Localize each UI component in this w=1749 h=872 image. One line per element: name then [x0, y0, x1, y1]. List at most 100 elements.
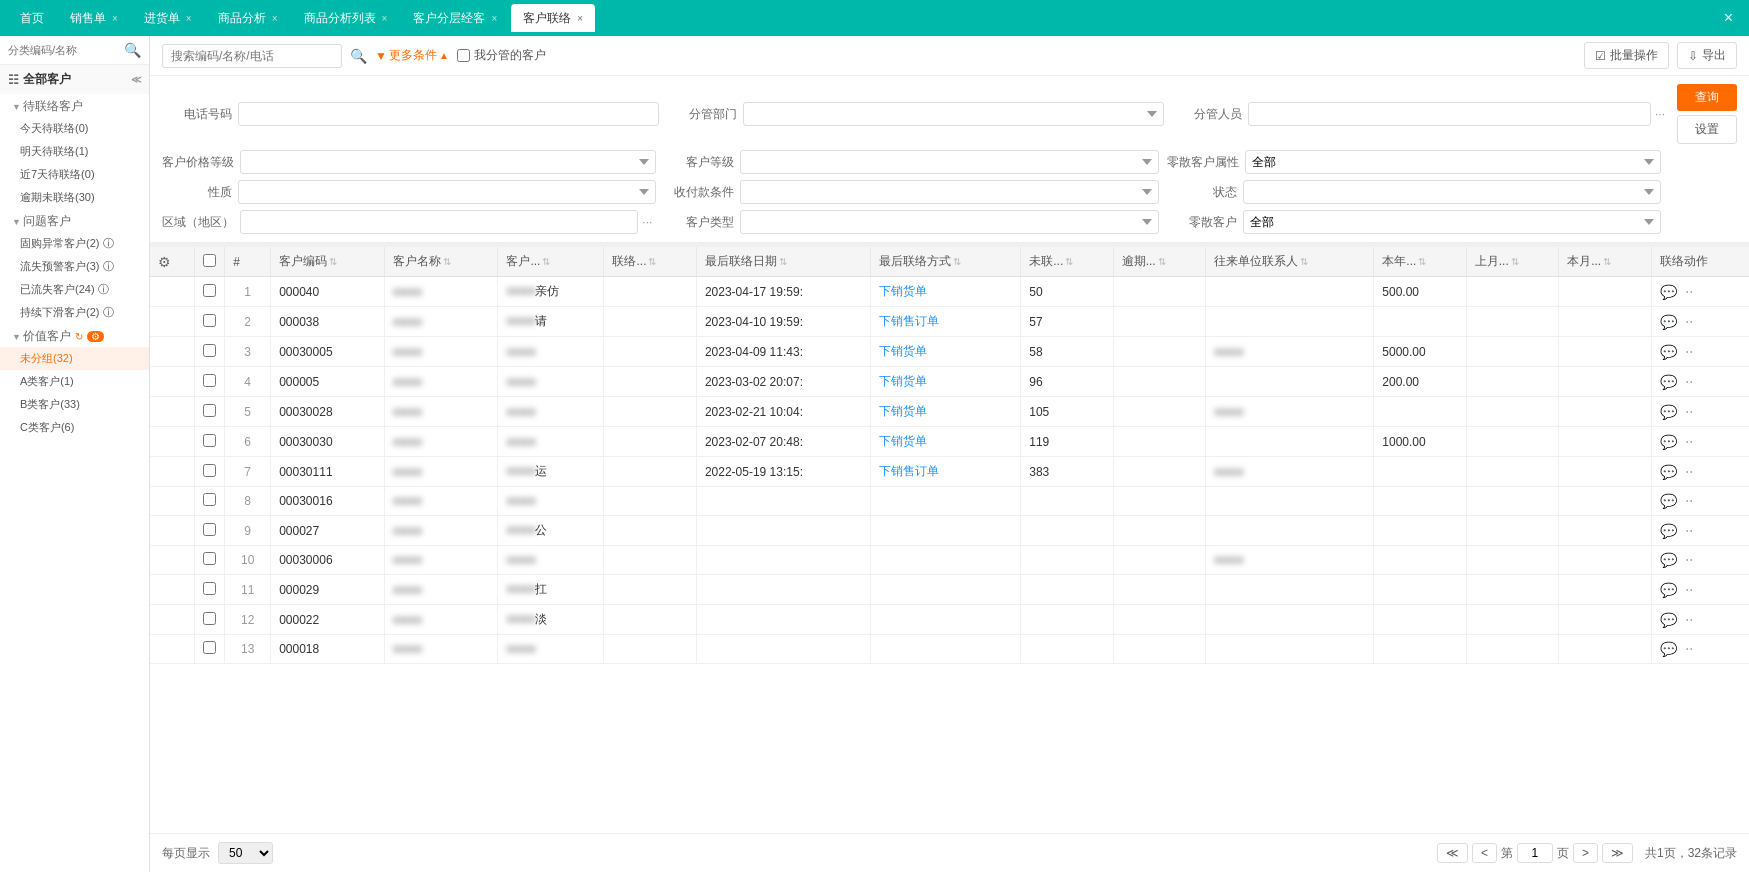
- td-checkbox[interactable]: [195, 367, 225, 397]
- my-customers-check[interactable]: [457, 49, 470, 62]
- batch-ops-button[interactable]: ☑ 批量操作: [1584, 42, 1669, 69]
- row-checkbox[interactable]: [203, 404, 216, 417]
- more-action-icon[interactable]: ⋅⋅: [1685, 523, 1693, 539]
- td-checkbox[interactable]: [195, 397, 225, 427]
- nav-tab-customer-contact-close[interactable]: ×: [577, 13, 583, 24]
- page-size-select[interactable]: 50 20 100: [218, 842, 273, 864]
- select-all-checkbox[interactable]: [203, 254, 216, 267]
- td-checkbox[interactable]: [195, 337, 225, 367]
- chat-icon[interactable]: 💬: [1660, 641, 1677, 657]
- chat-icon[interactable]: 💬: [1660, 552, 1677, 568]
- last-contact-method-link[interactable]: 下销售订单: [879, 314, 939, 328]
- th-last-month[interactable]: 上月...⇅: [1466, 247, 1558, 277]
- td-last-method[interactable]: 下销货单: [871, 277, 1021, 307]
- th-this-year[interactable]: 本年...⇅: [1374, 247, 1466, 277]
- nav-tab-analysis-close[interactable]: ×: [272, 13, 278, 24]
- sidebar-item-churned[interactable]: 已流失客户(24) ⓘ: [0, 278, 149, 301]
- filter-search-icon[interactable]: 🔍: [350, 48, 367, 64]
- th-customer-code[interactable]: 客户编码⇅: [271, 247, 385, 277]
- nav-tab-analysis[interactable]: 商品分析 ×: [206, 4, 290, 32]
- more-action-icon[interactable]: ⋅⋅: [1685, 552, 1693, 568]
- sidebar-all-customers[interactable]: ☷ 全部客户 ≪: [0, 65, 149, 94]
- sidebar-item-unclassified[interactable]: 未分组(32): [0, 347, 149, 370]
- filter-nature-select[interactable]: [238, 180, 656, 204]
- row-checkbox[interactable]: [203, 284, 216, 297]
- th-days-no-contact[interactable]: 未联...⇅: [1021, 247, 1113, 277]
- chat-icon[interactable]: 💬: [1660, 434, 1677, 450]
- sidebar-item-churn-warning[interactable]: 流失预警客户(3) ⓘ: [0, 255, 149, 278]
- more-action-icon[interactable]: ⋅⋅: [1685, 612, 1693, 628]
- td-checkbox[interactable]: [195, 457, 225, 487]
- td-checkbox[interactable]: [195, 427, 225, 457]
- td-last-method[interactable]: [871, 575, 1021, 605]
- td-checkbox[interactable]: [195, 575, 225, 605]
- th-overdue[interactable]: 逾期...⇅: [1113, 247, 1205, 277]
- nav-home[interactable]: 首页: [8, 4, 56, 32]
- td-checkbox[interactable]: [195, 605, 225, 635]
- filter-dept-select[interactable]: [743, 102, 1164, 126]
- row-checkbox[interactable]: [203, 612, 216, 625]
- td-last-method[interactable]: 下销货单: [871, 397, 1021, 427]
- nav-tab-sales[interactable]: 销售单 ×: [58, 4, 130, 32]
- manager-more-icon[interactable]: ···: [1651, 107, 1669, 121]
- collapse-icon[interactable]: ≪: [131, 74, 141, 85]
- nav-tab-analysis-list-close[interactable]: ×: [382, 13, 388, 24]
- last-contact-method-link[interactable]: 下销货单: [879, 344, 927, 358]
- th-customer-extra[interactable]: 客户...⇅: [498, 247, 604, 277]
- chat-icon[interactable]: 💬: [1660, 493, 1677, 509]
- td-last-method[interactable]: 下销售订单: [871, 307, 1021, 337]
- th-last-contact-method[interactable]: 最后联络方式⇅: [871, 247, 1021, 277]
- sidebar-item-class-a[interactable]: A类客户(1): [0, 370, 149, 393]
- td-last-method[interactable]: [871, 635, 1021, 664]
- sidebar-search-icon[interactable]: 🔍: [124, 42, 141, 58]
- th-contact[interactable]: 联络...⇅: [604, 247, 696, 277]
- window-close-button[interactable]: ×: [1716, 9, 1741, 27]
- more-action-icon[interactable]: ⋅⋅: [1685, 344, 1693, 360]
- td-last-method[interactable]: 下销售订单: [871, 457, 1021, 487]
- nav-tab-purchase-close[interactable]: ×: [186, 13, 192, 24]
- next-page-btn[interactable]: >: [1573, 843, 1598, 863]
- sidebar-search-input[interactable]: [8, 44, 124, 56]
- nav-tab-customer-contact[interactable]: 客户联络 ×: [511, 4, 595, 32]
- row-checkbox[interactable]: [203, 641, 216, 654]
- my-customers-checkbox[interactable]: 我分管的客户: [457, 47, 546, 64]
- th-customer-name[interactable]: 客户名称⇅: [384, 247, 498, 277]
- sidebar-group-value[interactable]: ▼ 价值客户 ↻ ⚙: [0, 324, 149, 347]
- sidebar-item-tomorrow-pending[interactable]: 明天待联络(1): [0, 140, 149, 163]
- row-checkbox[interactable]: [203, 434, 216, 447]
- filter-cust-type-select[interactable]: [740, 210, 1158, 234]
- nav-tab-customer-segment-close[interactable]: ×: [491, 13, 497, 24]
- last-contact-method-link[interactable]: 下销货单: [879, 434, 927, 448]
- chat-icon[interactable]: 💬: [1660, 523, 1677, 539]
- query-button[interactable]: 查询: [1677, 84, 1737, 111]
- chat-icon[interactable]: 💬: [1660, 314, 1677, 330]
- reset-button[interactable]: 设置: [1677, 115, 1737, 144]
- sidebar-group-pending[interactable]: ▼ 待联络客户: [0, 94, 149, 117]
- td-last-method[interactable]: 下销货单: [871, 427, 1021, 457]
- row-checkbox[interactable]: [203, 493, 216, 506]
- chat-icon[interactable]: 💬: [1660, 344, 1677, 360]
- row-checkbox[interactable]: [203, 552, 216, 565]
- sidebar-item-7days-pending[interactable]: 近7天待联络(0): [0, 163, 149, 186]
- td-checkbox[interactable]: [195, 635, 225, 664]
- settings-icon[interactable]: ⚙: [158, 254, 171, 270]
- more-action-icon[interactable]: ⋅⋅: [1685, 404, 1693, 420]
- export-button[interactable]: ⇩ 导出: [1677, 42, 1737, 69]
- sidebar-item-overdue-pending[interactable]: 逾期未联络(30): [0, 186, 149, 209]
- td-checkbox[interactable]: [195, 487, 225, 516]
- td-checkbox[interactable]: [195, 516, 225, 546]
- row-checkbox[interactable]: [203, 374, 216, 387]
- more-action-icon[interactable]: ⋅⋅: [1685, 374, 1693, 390]
- th-checkbox[interactable]: [195, 247, 225, 277]
- sidebar-item-declining[interactable]: 持续下滑客户(2) ⓘ: [0, 301, 149, 324]
- row-checkbox[interactable]: [203, 523, 216, 536]
- nav-tab-sales-close[interactable]: ×: [112, 13, 118, 24]
- nav-tab-analysis-list[interactable]: 商品分析列表 ×: [292, 4, 400, 32]
- sidebar-item-today-pending[interactable]: 今天待联络(0): [0, 117, 149, 140]
- td-last-method[interactable]: [871, 516, 1021, 546]
- chat-icon[interactable]: 💬: [1660, 284, 1677, 300]
- td-last-method[interactable]: 下销货单: [871, 337, 1021, 367]
- td-last-method[interactable]: [871, 487, 1021, 516]
- filter-cust-level-select[interactable]: [740, 150, 1158, 174]
- last-contact-method-link[interactable]: 下销货单: [879, 404, 927, 418]
